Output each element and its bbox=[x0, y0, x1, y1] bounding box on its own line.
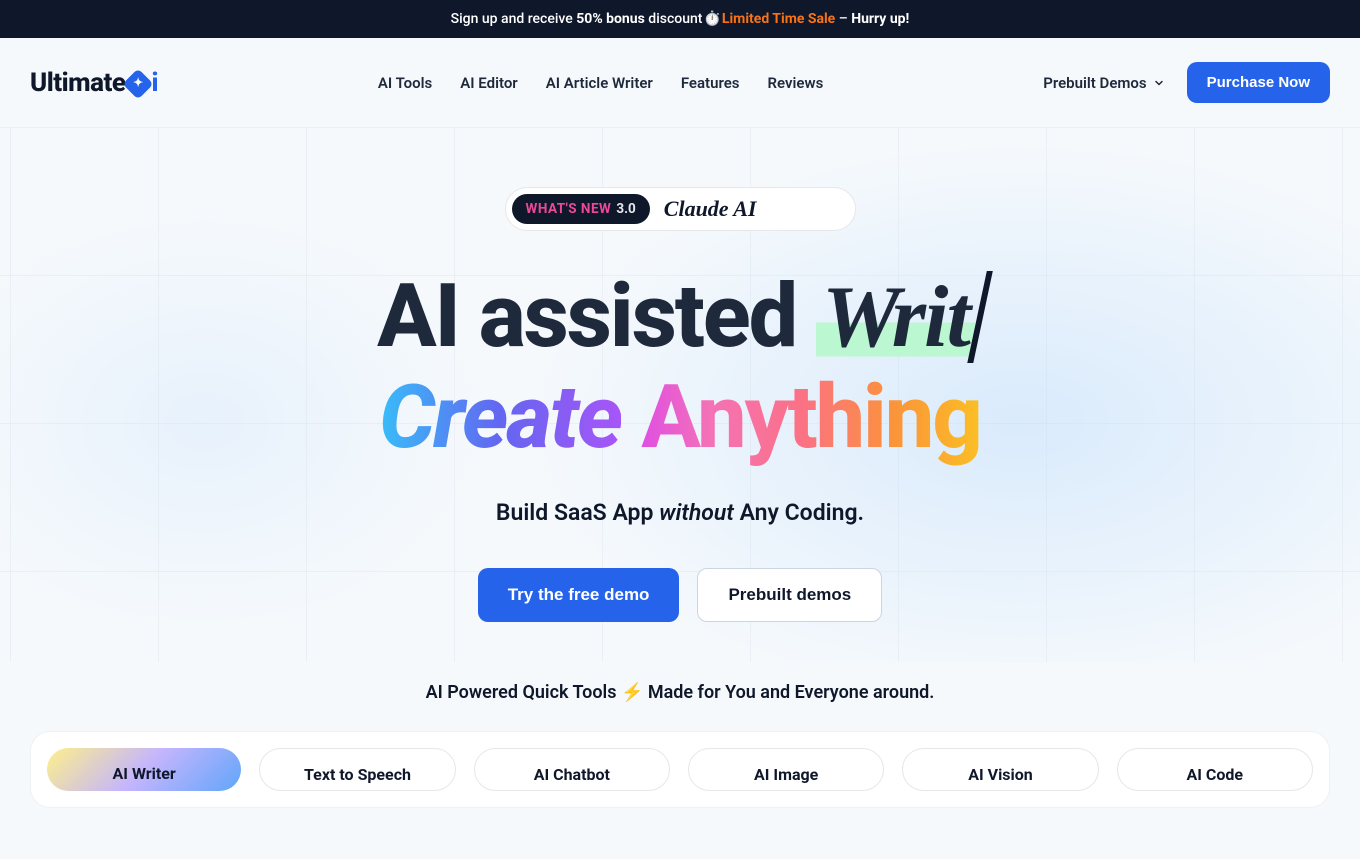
hero-sub-suffix: Any Coding. bbox=[734, 499, 864, 526]
whats-new-label: WHAT'S NEW bbox=[526, 201, 612, 217]
main-header: Ultimate i AI Tools AI Editor AI Article … bbox=[0, 38, 1360, 127]
whats-new-feature: Claude AI bbox=[664, 196, 837, 222]
prebuilt-demos-label: Prebuilt Demos bbox=[1043, 74, 1146, 92]
nav-ai-editor[interactable]: AI Editor bbox=[460, 74, 517, 92]
nav-features[interactable]: Features bbox=[681, 74, 740, 92]
hero-line1-static: AI assisted bbox=[377, 265, 816, 368]
header-actions: Prebuilt Demos Purchase Now bbox=[1043, 62, 1330, 103]
hero-subtitle: Build SaaS App without Any Coding. bbox=[20, 499, 1340, 526]
promo-bonus: 50% bonus bbox=[576, 11, 645, 27]
whats-new-badge: WHAT'S NEW 3.0 bbox=[512, 194, 650, 224]
quick-tools-card: AI Writer Text to Speech AI Chatbot AI I… bbox=[30, 731, 1330, 808]
sparkle-icon bbox=[123, 68, 154, 99]
tool-ai-chatbot[interactable]: AI Chatbot bbox=[474, 748, 670, 791]
nav-reviews[interactable]: Reviews bbox=[768, 74, 824, 92]
hero-section: WHAT'S NEW 3.0 Claude AI AI assisted Wri… bbox=[0, 127, 1360, 662]
promo-mid: discount bbox=[645, 11, 703, 27]
brand-text-2: i bbox=[151, 68, 158, 98]
try-free-demo-button[interactable]: Try the free demo bbox=[478, 568, 680, 622]
tool-ai-writer[interactable]: AI Writer bbox=[47, 748, 241, 791]
promo-limited: Limited Time Sale bbox=[722, 11, 835, 27]
promo-hurry: Hurry up! bbox=[851, 11, 909, 27]
stopwatch-icon: ⏱️ bbox=[703, 11, 720, 27]
hero-sub-prefix: Build SaaS App bbox=[496, 499, 659, 526]
hero-cta-row: Try the free demo Prebuilt demos bbox=[20, 568, 1340, 622]
chevron-down-icon bbox=[1153, 77, 1165, 89]
brand-logo[interactable]: Ultimate i bbox=[30, 68, 158, 98]
prebuilt-demos-button[interactable]: Prebuilt demos bbox=[697, 568, 882, 622]
brand-text-1: Ultimate bbox=[30, 68, 125, 98]
hero-create: Create bbox=[379, 366, 621, 469]
prebuilt-demos-dropdown[interactable]: Prebuilt Demos bbox=[1043, 74, 1164, 92]
whats-new-pill[interactable]: WHAT'S NEW 3.0 Claude AI bbox=[505, 187, 856, 231]
tools-intro-text: AI Powered Quick Tools ⚡ Made for You an… bbox=[0, 662, 1360, 731]
nav-ai-tools[interactable]: AI Tools bbox=[378, 74, 432, 92]
tool-text-to-speech[interactable]: Text to Speech bbox=[259, 748, 455, 791]
whats-new-version: 3.0 bbox=[616, 201, 635, 217]
main-nav: AI Tools AI Editor AI Article Writer Fea… bbox=[378, 74, 823, 92]
promo-dash: – bbox=[835, 11, 851, 27]
hero-anything: Anything bbox=[621, 366, 980, 469]
promo-bar: Sign up and receive 50% bonus discount⏱️… bbox=[0, 0, 1360, 38]
tool-ai-code[interactable]: AI Code bbox=[1117, 748, 1313, 791]
hero-typed-word: Writ bbox=[816, 269, 975, 366]
promo-prefix: Sign up and receive bbox=[451, 11, 577, 27]
tool-ai-image[interactable]: AI Image bbox=[688, 748, 884, 791]
purchase-now-button[interactable]: Purchase Now bbox=[1187, 62, 1330, 103]
tool-ai-vision[interactable]: AI Vision bbox=[902, 748, 1098, 791]
hero-heading: AI assisted Writ Create Anything bbox=[20, 271, 1340, 465]
hero-sub-em: without bbox=[659, 499, 734, 526]
brand-ai: i bbox=[125, 68, 158, 98]
nav-ai-article-writer[interactable]: AI Article Writer bbox=[546, 74, 653, 92]
